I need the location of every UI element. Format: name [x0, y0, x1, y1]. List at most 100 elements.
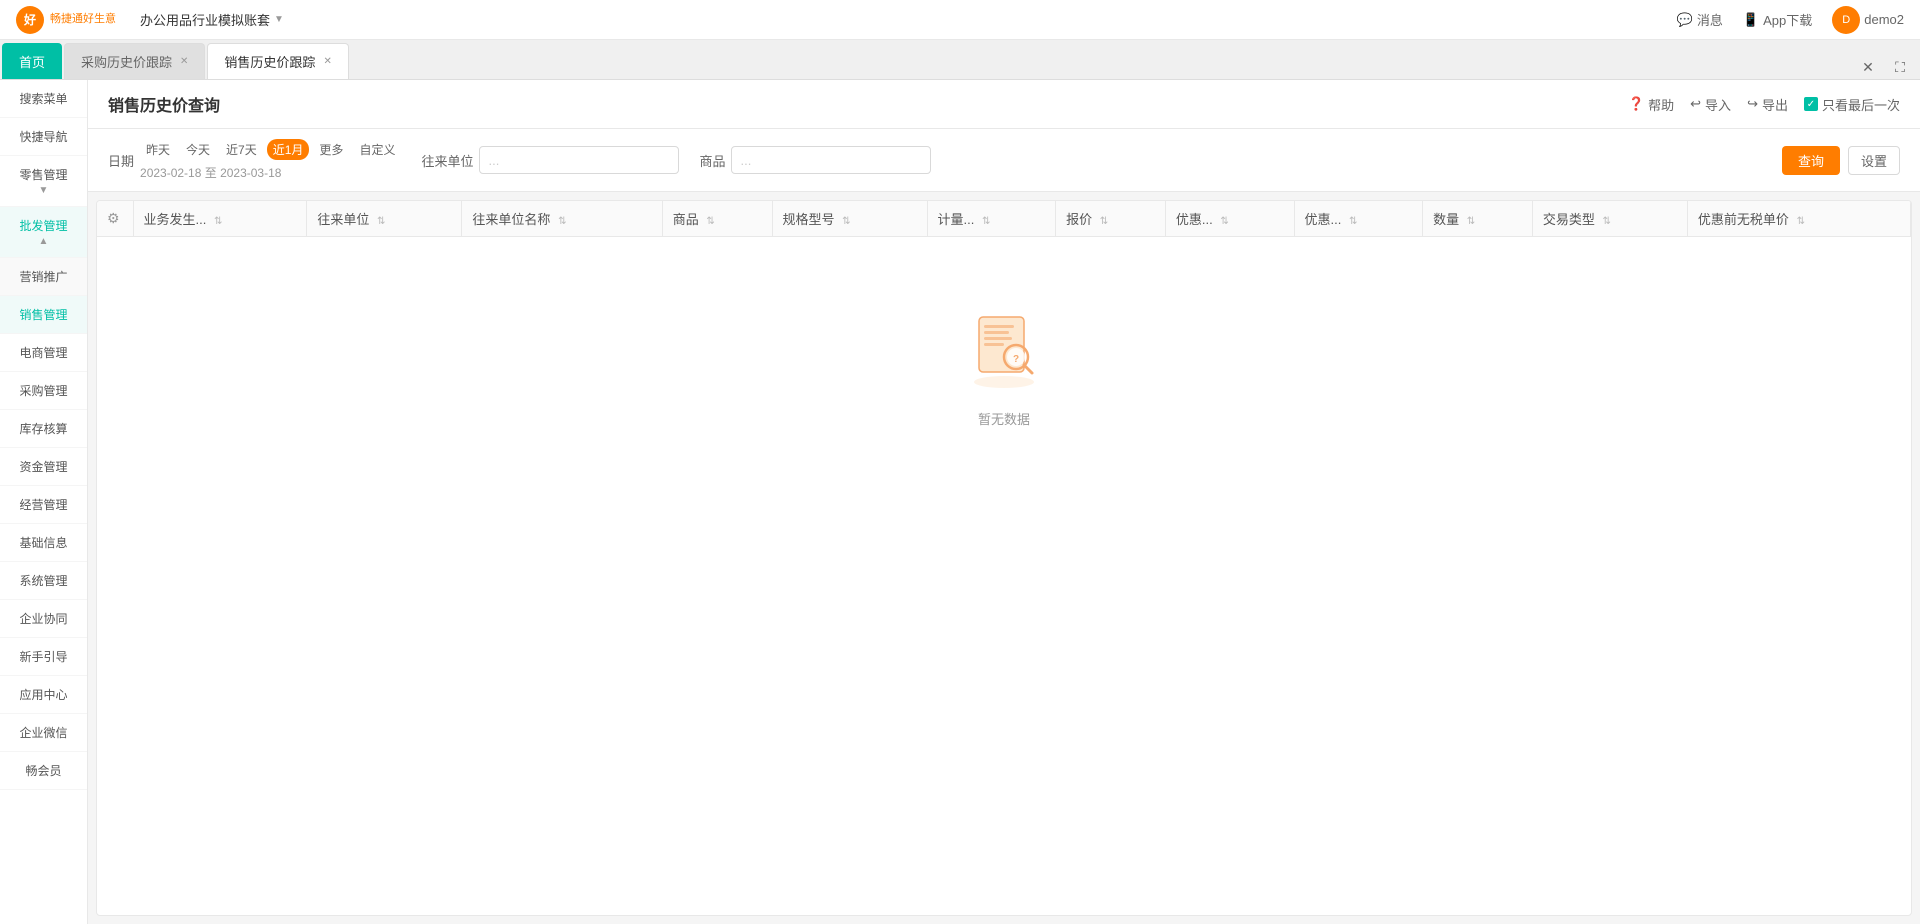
enterprise-wechat-label: 企业微信: [19, 724, 67, 741]
tab-home[interactable]: 首页: [2, 43, 62, 79]
app-name: 办公用品行业模拟账套: [140, 10, 270, 29]
col-product[interactable]: 商品 ⇅: [662, 201, 772, 237]
date-pill-more[interactable]: 更多: [313, 139, 349, 160]
col-quantity[interactable]: 数量 ⇅: [1423, 201, 1533, 237]
only-last-checkbox[interactable]: ✓: [1804, 97, 1818, 111]
sidebar-item-basic-info[interactable]: 基础信息: [0, 524, 87, 562]
date-pill-today[interactable]: 今天: [180, 139, 216, 160]
system-mgmt-label: 系统管理: [19, 572, 67, 589]
quick-nav-label: 快捷导航: [19, 128, 67, 145]
chevron-down-icon: ▼: [39, 185, 49, 196]
supplier-input[interactable]: ...: [479, 146, 679, 174]
tab-home-label: 首页: [19, 52, 45, 71]
date-pill-custom[interactable]: 自定义: [353, 139, 401, 160]
enterprise-collab-label: 企业协同: [19, 610, 67, 627]
chevron-up-icon: ▲: [39, 236, 49, 247]
username: demo2: [1864, 12, 1904, 27]
col-partner-name[interactable]: 往来单位名称 ⇅: [462, 201, 662, 237]
sidebar-item-inventory[interactable]: 库存核算: [0, 410, 87, 448]
sidebar-item-new-guide[interactable]: 新手引导: [0, 638, 87, 676]
date-range-display: 2023-02-18 至 2023-03-18: [140, 164, 401, 181]
logo-area: 好 畅捷通好生意: [16, 6, 116, 34]
query-button[interactable]: 查询: [1782, 146, 1840, 175]
col-quoted-price-label: 报价: [1066, 212, 1092, 227]
col-trade-type[interactable]: 交易类型 ⇅: [1532, 201, 1687, 237]
sidebar-item-marketing[interactable]: 营销推广: [0, 258, 87, 296]
top-bar-left: 好 畅捷通好生意 办公用品行业模拟账套 ▼: [16, 6, 284, 34]
export-button[interactable]: ↪ 导出: [1747, 95, 1788, 114]
sidebar-item-app-center[interactable]: 应用中心: [0, 676, 87, 714]
product-filter-group: 商品 ...: [699, 146, 931, 174]
col-quoted-price[interactable]: 报价 ⇅: [1056, 201, 1166, 237]
message-button[interactable]: 💬 消息: [1677, 10, 1723, 29]
inventory-label: 库存核算: [19, 420, 67, 437]
col-spec[interactable]: 规格型号 ⇅: [772, 201, 927, 237]
col-product-label: 商品: [673, 212, 699, 227]
sidebar-item-enterprise-wechat[interactable]: 企业微信: [0, 714, 87, 752]
tab-purchase-history[interactable]: 采购历史价跟踪 ✕: [64, 43, 205, 79]
date-pill-last1month[interactable]: 近1月: [267, 139, 310, 160]
only-last-checkbox-area[interactable]: ✓ 只看最后一次: [1804, 95, 1900, 114]
help-label: 帮助: [1648, 95, 1674, 114]
date-pill-yesterday[interactable]: 昨天: [140, 139, 176, 160]
col-discount1[interactable]: 优惠... ⇅: [1165, 201, 1294, 237]
maximize-action[interactable]: ⛶: [1888, 55, 1912, 79]
sidebar-item-operations[interactable]: 经营管理: [0, 486, 87, 524]
message-icon: 💬: [1677, 12, 1693, 28]
sales-mgmt-label: 销售管理: [19, 306, 67, 323]
table-header-row: ⚙ 业务发生... ⇅ 往来单位 ⇅ 往来单位名称 ⇅: [97, 201, 1911, 237]
top-bar-right: 💬 消息 📱 App下载 D demo2: [1677, 6, 1904, 34]
sidebar: 搜索菜单 快捷导航 零售管理 ▼ 批发管理 ▲ 营销推广 销售管理 电商管理 采…: [0, 80, 88, 924]
only-last-label: 只看最后一次: [1822, 95, 1900, 114]
user-avatar-area[interactable]: D demo2: [1832, 6, 1904, 34]
tab-purchase-history-close[interactable]: ✕: [180, 56, 188, 67]
operations-label: 经营管理: [19, 496, 67, 513]
supplier-input-dots: ...: [488, 153, 499, 168]
sidebar-item-sales-mgmt[interactable]: 销售管理: [0, 296, 87, 334]
sidebar-item-system-mgmt[interactable]: 系统管理: [0, 562, 87, 600]
setting-button[interactable]: 设置: [1848, 146, 1900, 175]
col-biz-date[interactable]: 业务发生... ⇅: [133, 201, 307, 237]
sidebar-item-finance[interactable]: 资金管理: [0, 448, 87, 486]
main-layout: 搜索菜单 快捷导航 零售管理 ▼ 批发管理 ▲ 营销推广 销售管理 电商管理 采…: [0, 80, 1920, 924]
col-unit[interactable]: 计量... ⇅: [927, 201, 1056, 237]
col-pretax-price-label: 优惠前无税单价: [1698, 212, 1789, 227]
app-center-label: 应用中心: [19, 686, 67, 703]
table-settings-col-header[interactable]: ⚙: [97, 201, 133, 237]
col-discount2[interactable]: 优惠... ⇅: [1294, 201, 1423, 237]
sidebar-item-enterprise-collab[interactable]: 企业协同: [0, 600, 87, 638]
supplier-filter-group: 往来单位 ...: [421, 146, 679, 174]
help-button[interactable]: ❓ 帮助: [1628, 95, 1674, 114]
product-input[interactable]: ...: [731, 146, 931, 174]
sidebar-item-retail-mgmt[interactable]: 零售管理 ▼: [0, 156, 87, 207]
app-selector[interactable]: 办公用品行业模拟账套 ▼: [140, 10, 284, 29]
sort-icon: ⇅: [558, 216, 566, 227]
page-header: 销售历史价查询 ❓ 帮助 ↩ 导入 ↪ 导出 ✓ 只看最后一次: [88, 80, 1920, 129]
sidebar-item-purchase-mgmt[interactable]: 采购管理: [0, 372, 87, 410]
retail-mgmt-label: 零售管理: [19, 166, 67, 183]
sidebar-item-member[interactable]: 畅会员: [0, 752, 87, 790]
tab-sales-history-label: 销售历史价跟踪: [224, 52, 315, 71]
filter-bar: 日期 昨天 今天 近7天 近1月 更多 自定义 2023-02-18 至 202…: [88, 129, 1920, 192]
sidebar-item-wholesale-mgmt[interactable]: 批发管理 ▲: [0, 207, 87, 258]
close-tab-action[interactable]: ✕: [1856, 55, 1880, 79]
content-area: 销售历史价查询 ❓ 帮助 ↩ 导入 ↪ 导出 ✓ 只看最后一次: [88, 80, 1920, 924]
tab-sales-history-close[interactable]: ✕: [323, 56, 331, 67]
col-discount1-label: 优惠...: [1176, 212, 1213, 227]
sidebar-item-quick-nav[interactable]: 快捷导航: [0, 118, 87, 156]
export-icon: ↪: [1747, 96, 1758, 112]
col-pretax-price[interactable]: 优惠前无税单价 ⇅: [1687, 201, 1910, 237]
sidebar-item-ecommerce[interactable]: 电商管理: [0, 334, 87, 372]
app-download-button[interactable]: 📱 App下载: [1743, 10, 1812, 29]
col-spec-label: 规格型号: [783, 212, 835, 227]
settings-icon[interactable]: ⚙: [107, 210, 120, 226]
tab-sales-history[interactable]: 销售历史价跟踪 ✕: [207, 43, 348, 79]
sidebar-item-search-menu[interactable]: 搜索菜单: [0, 80, 87, 118]
logo-text: 畅捷通好生意: [50, 13, 116, 26]
date-pill-last7days[interactable]: 近7天: [220, 139, 263, 160]
import-button[interactable]: ↩ 导入: [1690, 95, 1731, 114]
page-actions: ❓ 帮助 ↩ 导入 ↪ 导出 ✓ 只看最后一次: [1628, 95, 1900, 114]
col-partner-code[interactable]: 往来单位 ⇅: [307, 201, 462, 237]
empty-state: ? 暂无数据: [97, 237, 1911, 488]
member-label: 畅会员: [25, 762, 61, 779]
